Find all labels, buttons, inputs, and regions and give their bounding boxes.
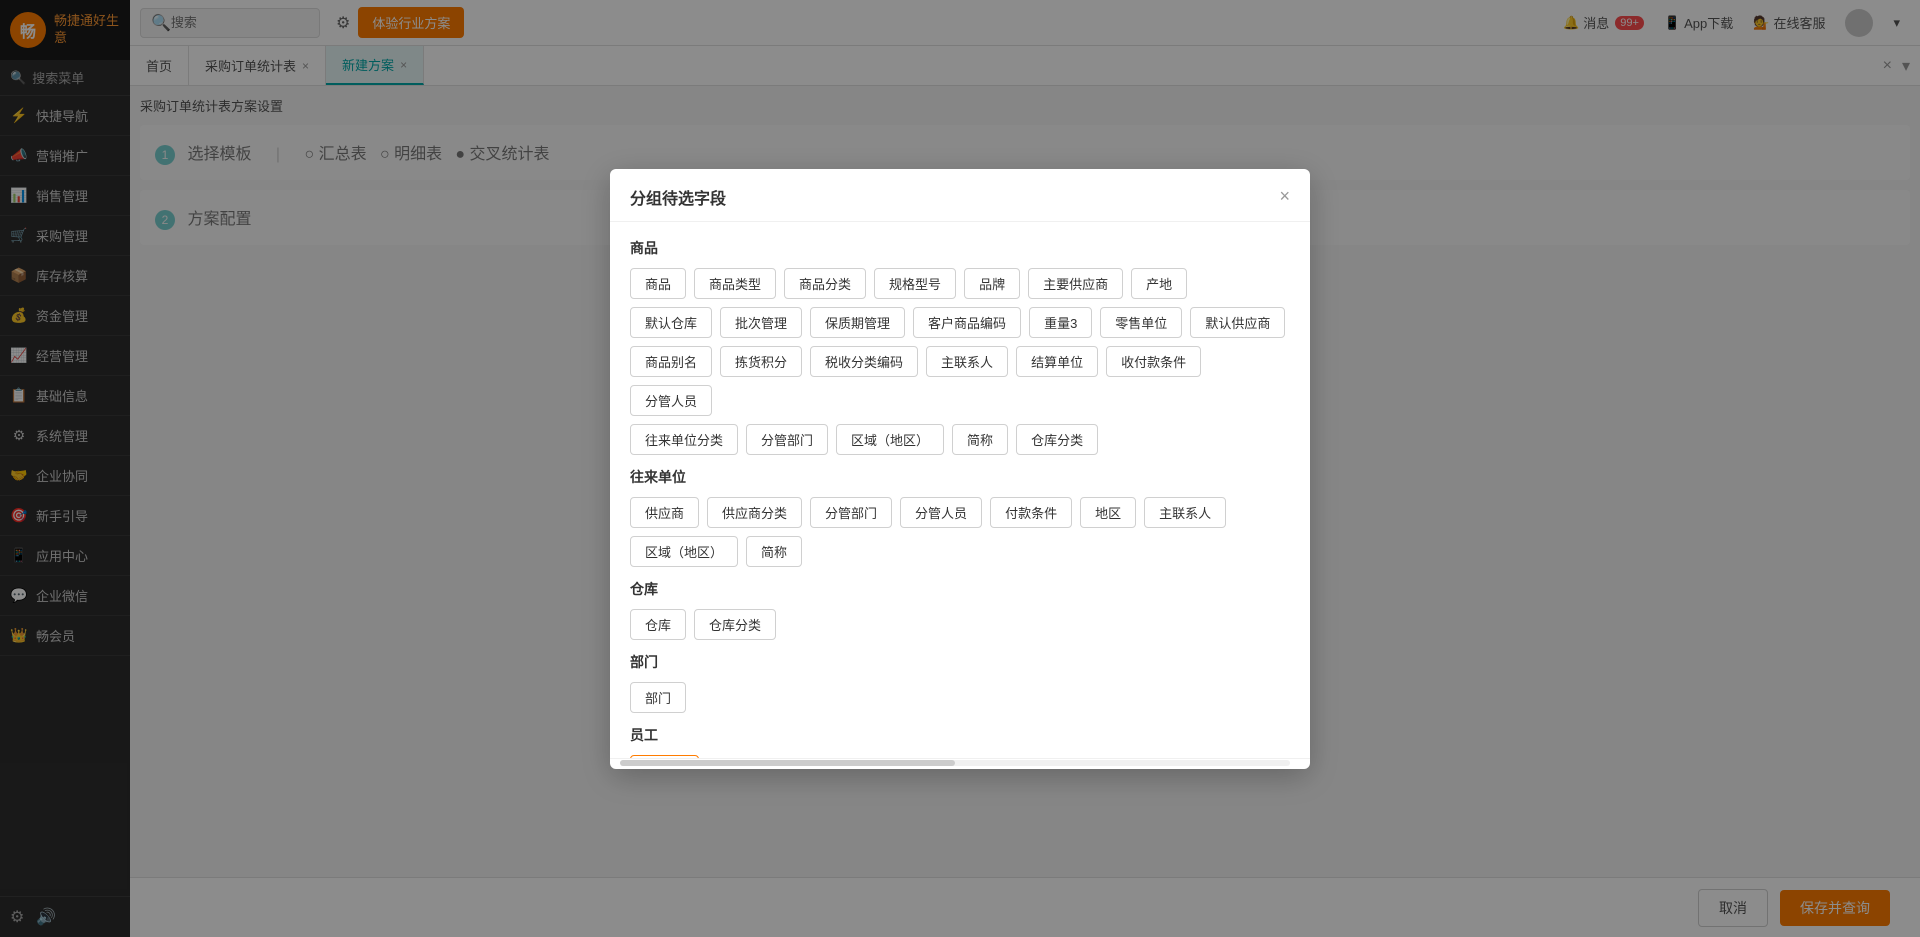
field-dept[interactable]: 分管部门 [810,497,892,528]
field-default-supplier[interactable]: 默认供应商 [1190,307,1285,338]
field-spec-type[interactable]: 规格型号 [874,268,956,299]
field-main-supplier[interactable]: 主要供应商 [1028,268,1123,299]
field-department[interactable]: 部门 [630,682,686,713]
modal-scrollbar-thumb[interactable] [620,760,955,766]
field-region3[interactable]: 区域（地区） [630,536,738,567]
goods-fields: 商品 商品类型 商品分类 规格型号 品牌 主要供应商 产地 [630,268,1290,299]
field-main-contact2[interactable]: 主联系人 [1144,497,1226,528]
field-select-modal: 分组待选字段 × 商品 商品 商品类型 商品分类 规格型号 品牌 主要供应商 产… [610,169,1310,769]
partner-fields-row1: 供应商 供应商分类 分管部门 分管人员 付款条件 地区 主联系人 [630,497,1290,528]
modal-close-button[interactable]: × [1279,186,1290,207]
section-title-warehouse: 仓库 [630,579,1290,599]
modal-body: 商品 商品 商品类型 商品分类 规格型号 品牌 主要供应商 产地 默认仓库 批次… [610,222,1310,758]
modal-title: 分组待选字段 [630,185,726,209]
field-wh-category[interactable]: 仓库分类 [694,609,776,640]
field-product-category[interactable]: 商品分类 [784,268,866,299]
field-wh[interactable]: 仓库 [630,609,686,640]
field-region2[interactable]: 地区 [1080,497,1136,528]
goods-fields-row4: 往来单位分类 分管部门 区域（地区） 简称 仓库分类 [630,424,1290,455]
field-unit-category[interactable]: 往来单位分类 [630,424,738,455]
field-warehouse-category[interactable]: 仓库分类 [1016,424,1098,455]
warehouse-fields: 仓库 仓库分类 [630,609,1290,640]
field-product[interactable]: 商品 [630,268,686,299]
field-pickup-points[interactable]: 拣货积分 [720,346,802,377]
field-batch-mgmt[interactable]: 批次管理 [720,307,802,338]
field-dept-person[interactable]: 分管人员 [900,497,982,528]
field-abbr2[interactable]: 简称 [746,536,802,567]
field-product-alias[interactable]: 商品别名 [630,346,712,377]
department-fields: 部门 [630,682,1290,713]
field-product-type[interactable]: 商品类型 [694,268,776,299]
field-brand[interactable]: 品牌 [964,268,1020,299]
field-supplier-category[interactable]: 供应商分类 [707,497,802,528]
field-main-contact[interactable]: 主联系人 [926,346,1008,377]
modal-header: 分组待选字段 × [610,169,1310,222]
field-default-warehouse[interactable]: 默认仓库 [630,307,712,338]
field-abbr[interactable]: 简称 [952,424,1008,455]
section-title-staff: 员工 [630,725,1290,745]
field-retail-unit[interactable]: 零售单位 [1100,307,1182,338]
field-mgmt-dept[interactable]: 分管部门 [746,424,828,455]
field-customer-code[interactable]: 客户商品编码 [913,307,1021,338]
goods-fields-row2: 默认仓库 批次管理 保质期管理 客户商品编码 重量3 零售单位 默认供应商 [630,307,1290,338]
field-settlement-unit[interactable]: 结算单位 [1016,346,1098,377]
goods-fields-row3: 商品别名 拣货积分 税收分类编码 主联系人 结算单位 收付款条件 分管人员 [630,346,1290,416]
field-weight3[interactable]: 重量3 [1029,307,1092,338]
field-quality-mgmt[interactable]: 保质期管理 [810,307,905,338]
section-title-partner: 往来单位 [630,467,1290,487]
field-supplier[interactable]: 供应商 [630,497,699,528]
field-region[interactable]: 区域（地区） [836,424,944,455]
field-manager[interactable]: 分管人员 [630,385,712,416]
field-tax-category[interactable]: 税收分类编码 [810,346,918,377]
field-origin[interactable]: 产地 [1131,268,1187,299]
section-title-goods: 商品 [630,238,1290,258]
field-payment-cond[interactable]: 付款条件 [990,497,1072,528]
partner-fields-row2: 区域（地区） 简称 [630,536,1290,567]
field-payment-terms[interactable]: 收付款条件 [1106,346,1201,377]
section-title-department: 部门 [630,652,1290,672]
